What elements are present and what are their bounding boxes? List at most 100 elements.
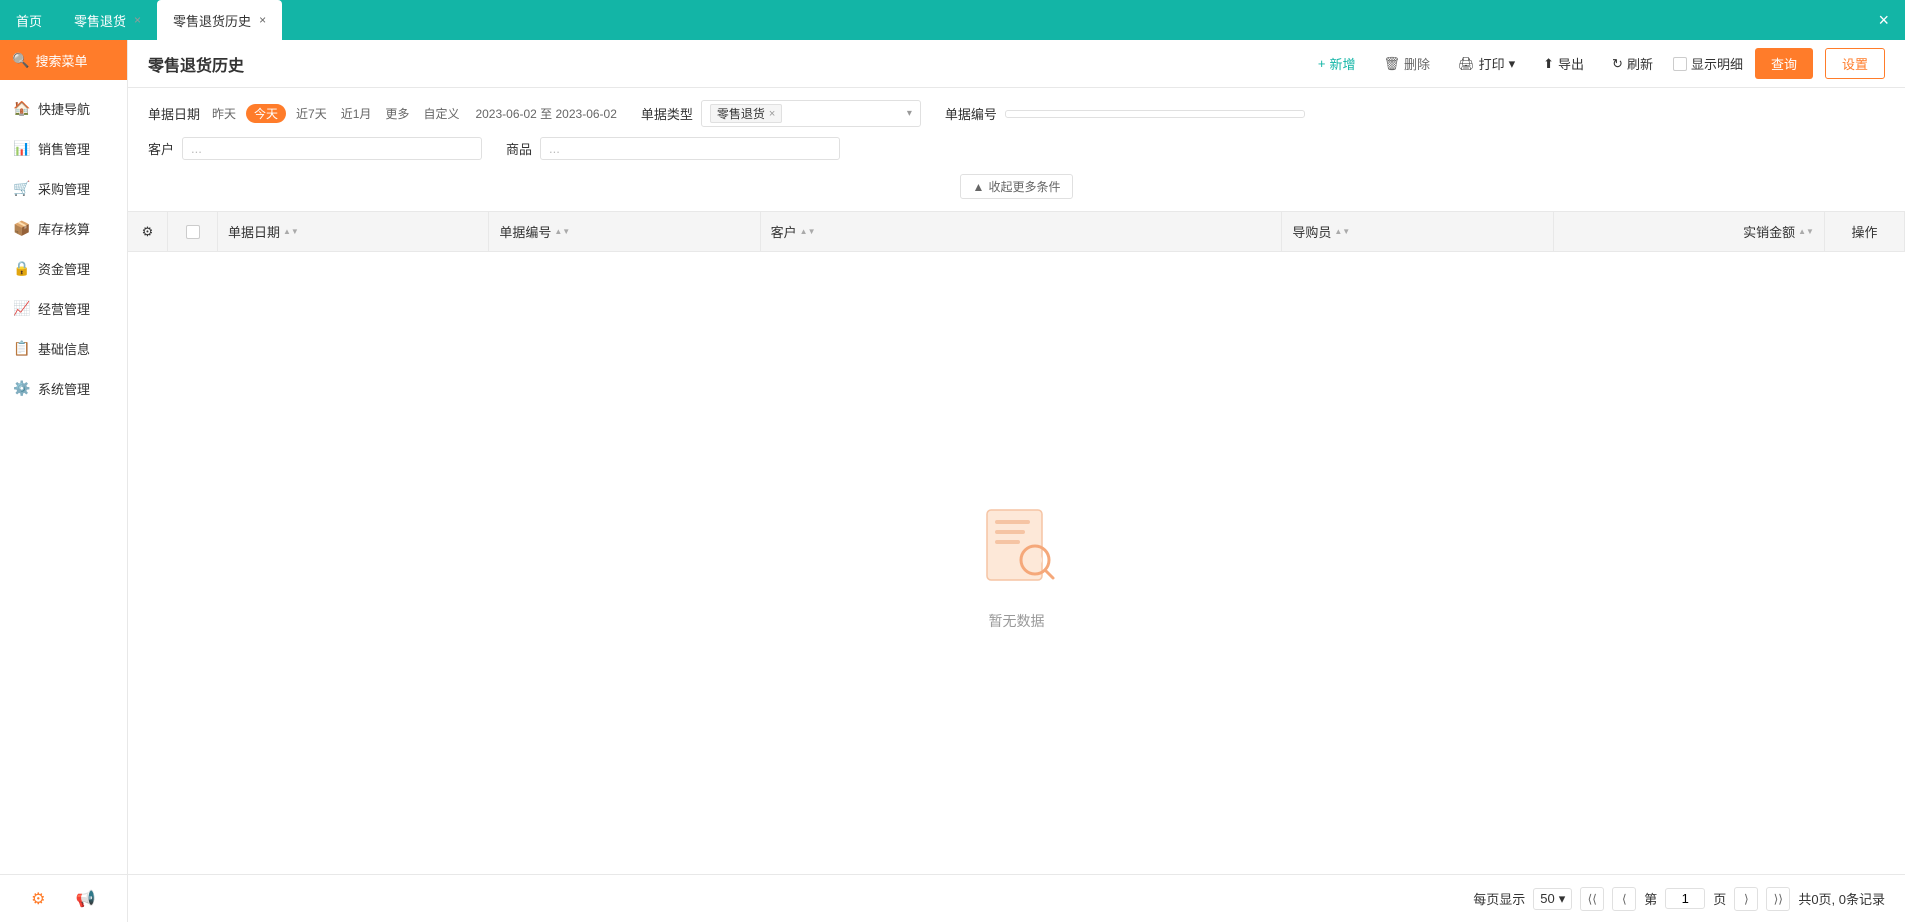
- inventory-icon: 📦: [12, 218, 32, 238]
- doc-number-label: 单据编号: [945, 104, 997, 123]
- date-opt-today[interactable]: 今天: [246, 104, 286, 123]
- purchase-icon: 🛒: [12, 178, 32, 198]
- settings-icon[interactable]: ⚙: [31, 889, 45, 909]
- top-bar-right: ×: [1878, 11, 1905, 29]
- new-button[interactable]: + 新增: [1310, 50, 1364, 77]
- tab-home-label: 首页: [16, 11, 42, 30]
- basic-info-icon: 📋: [12, 338, 32, 358]
- customer-label: 客户: [148, 139, 174, 158]
- tab-return[interactable]: 零售退货 ×: [58, 0, 157, 40]
- doc-type-tag: 零售退货 ×: [710, 104, 782, 123]
- delete-label: 删除: [1404, 54, 1430, 73]
- tab-home[interactable]: 首页: [0, 0, 58, 40]
- goods-filter: 商品 ...: [506, 137, 840, 160]
- th-checkbox[interactable]: [168, 212, 218, 251]
- th-amount-label: 实销金额: [1743, 222, 1795, 241]
- empty-text: 暂无数据: [989, 611, 1045, 631]
- doc-type-tag-remove[interactable]: ×: [769, 108, 775, 120]
- th-action-label: 操作: [1851, 222, 1877, 241]
- guide-sort-icon[interactable]: ▲▼: [1334, 228, 1350, 236]
- th-date[interactable]: 单据日期 ▲▼: [218, 212, 489, 251]
- date-options: 昨天 今天 近7天 近1月 更多 自定义: [208, 104, 463, 123]
- refresh-button[interactable]: ↻ 刷新: [1604, 50, 1661, 77]
- sidebar-item-sales-label: 销售管理: [38, 139, 90, 158]
- export-icon: ⬆: [1543, 56, 1554, 72]
- tab-return-label: 零售退货: [74, 11, 126, 30]
- th-date-label: 单据日期: [228, 222, 280, 241]
- page-title: 零售退货历史: [148, 52, 1310, 76]
- export-button[interactable]: ⬆ 导出: [1535, 50, 1592, 77]
- date-opt-custom[interactable]: 自定义: [419, 104, 463, 123]
- sidebar-item-sales[interactable]: 📊 销售管理: [0, 128, 127, 168]
- sidebar-search[interactable]: 🔍 搜索菜单: [0, 40, 127, 80]
- doc-number-input[interactable]: [1005, 110, 1305, 118]
- amount-sort-icon[interactable]: ▲▼: [1798, 228, 1814, 236]
- page-header: 零售退货历史 + 新增 🗑 删除 🖨 打印 ▾ ⬆ 导出: [128, 40, 1905, 88]
- sidebar-item-finance-label: 资金管理: [38, 259, 90, 278]
- tab-return-history-label: 零售退货历史: [173, 11, 251, 30]
- tab-return-history[interactable]: 零售退货历史 ×: [157, 0, 282, 40]
- sidebar-item-quick-nav-label: 快捷导航: [38, 99, 90, 118]
- show-detail-checkbox[interactable]: [1673, 57, 1687, 71]
- operations-icon: 📈: [12, 298, 32, 318]
- date-sort-icon[interactable]: ▲▼: [283, 228, 299, 236]
- date-opt-yesterday[interactable]: 昨天: [208, 104, 240, 123]
- pagination: 每页显示 50 ▾ ⟨⟨ ⟨ 第 页 ⟩ ⟩⟩ 共0页, 0条记录: [128, 874, 1905, 922]
- sidebar-item-basic-info[interactable]: 📋 基础信息: [0, 328, 127, 368]
- last-page-button[interactable]: ⟩⟩: [1766, 887, 1790, 911]
- total-text: 共0页, 0条记录: [1798, 889, 1885, 908]
- sidebar-item-quick-nav[interactable]: 🏠 快捷导航: [0, 88, 127, 128]
- date-label: 单据日期: [148, 104, 200, 123]
- first-page-button[interactable]: ⟨⟨: [1580, 887, 1604, 911]
- customer-sort-icon[interactable]: ▲▼: [800, 228, 816, 236]
- prev-page-button[interactable]: ⟨: [1612, 887, 1636, 911]
- filter-row-2: 客户 ... 商品 ...: [148, 137, 1885, 160]
- tab-return-close[interactable]: ×: [134, 13, 141, 27]
- th-customer-label: 客户: [771, 222, 797, 241]
- doc-type-filter: 单据类型 零售退货 × ▾: [641, 100, 921, 127]
- select-all-checkbox[interactable]: [186, 225, 200, 239]
- next-page-button[interactable]: ⟩: [1734, 887, 1758, 911]
- th-amount[interactable]: 实销金额 ▲▼: [1554, 212, 1825, 251]
- print-label: 打印: [1479, 54, 1505, 73]
- doc-sort-icon[interactable]: ▲▼: [554, 228, 570, 236]
- date-opt-more[interactable]: 更多: [381, 104, 413, 123]
- sidebar-item-finance[interactable]: 🔒 资金管理: [0, 248, 127, 288]
- goods-input[interactable]: ...: [540, 137, 840, 160]
- sidebar-bottom: ⚙ 📢: [0, 874, 127, 922]
- date-range[interactable]: 2023-06-02 至 2023-06-02: [475, 105, 616, 122]
- th-customer[interactable]: 客户 ▲▼: [761, 212, 1283, 251]
- settings-button[interactable]: 设置: [1825, 48, 1885, 79]
- th-doc-number[interactable]: 单据编号 ▲▼: [489, 212, 760, 251]
- date-opt-1month[interactable]: 近1月: [337, 104, 376, 123]
- page-number-input[interactable]: [1665, 888, 1705, 909]
- empty-state: 暂无数据: [128, 252, 1905, 874]
- new-icon: +: [1318, 56, 1326, 71]
- doc-type-select[interactable]: 零售退货 × ▾: [701, 100, 921, 127]
- sidebar-item-system[interactable]: ⚙️ 系统管理: [0, 368, 127, 408]
- table-container: ⚙ 单据日期 ▲▼ 单据编号 ▲▼ 客户 ▲▼ 导购员: [128, 212, 1905, 874]
- page-size-select[interactable]: 50 ▾: [1533, 888, 1572, 910]
- th-doc-label: 单据编号: [499, 222, 551, 241]
- customer-input[interactable]: ...: [182, 137, 482, 160]
- top-tab-bar: 首页 零售退货 × 零售退货历史 × ×: [0, 0, 1905, 40]
- date-filter: 单据日期 昨天 今天 近7天 近1月 更多 自定义 2023-06-02 至 2…: [148, 104, 617, 123]
- sidebar-item-inventory[interactable]: 📦 库存核算: [0, 208, 127, 248]
- delete-button[interactable]: 🗑 删除: [1376, 50, 1439, 77]
- th-settings[interactable]: ⚙: [128, 212, 168, 251]
- collapse-button[interactable]: ▲ 收起更多条件: [960, 174, 1074, 199]
- query-button[interactable]: 查询: [1755, 48, 1813, 79]
- print-icon: 🖨: [1458, 56, 1475, 72]
- tab-return-history-close[interactable]: ×: [259, 13, 266, 27]
- sidebar-item-system-label: 系统管理: [38, 379, 90, 398]
- date-opt-7days[interactable]: 近7天: [292, 104, 331, 123]
- doc-number-filter: 单据编号: [945, 104, 1305, 123]
- sidebar-item-operations[interactable]: 📈 经营管理: [0, 288, 127, 328]
- print-button[interactable]: 🖨 打印 ▾: [1450, 50, 1523, 77]
- refresh-label: 刷新: [1627, 54, 1653, 73]
- show-detail-toggle[interactable]: 显示明细: [1673, 54, 1743, 73]
- sidebar-item-purchase[interactable]: 🛒 采购管理: [0, 168, 127, 208]
- window-close-button[interactable]: ×: [1878, 11, 1889, 29]
- speaker-icon[interactable]: 📢: [76, 889, 96, 909]
- th-guide[interactable]: 导购员 ▲▼: [1282, 212, 1553, 251]
